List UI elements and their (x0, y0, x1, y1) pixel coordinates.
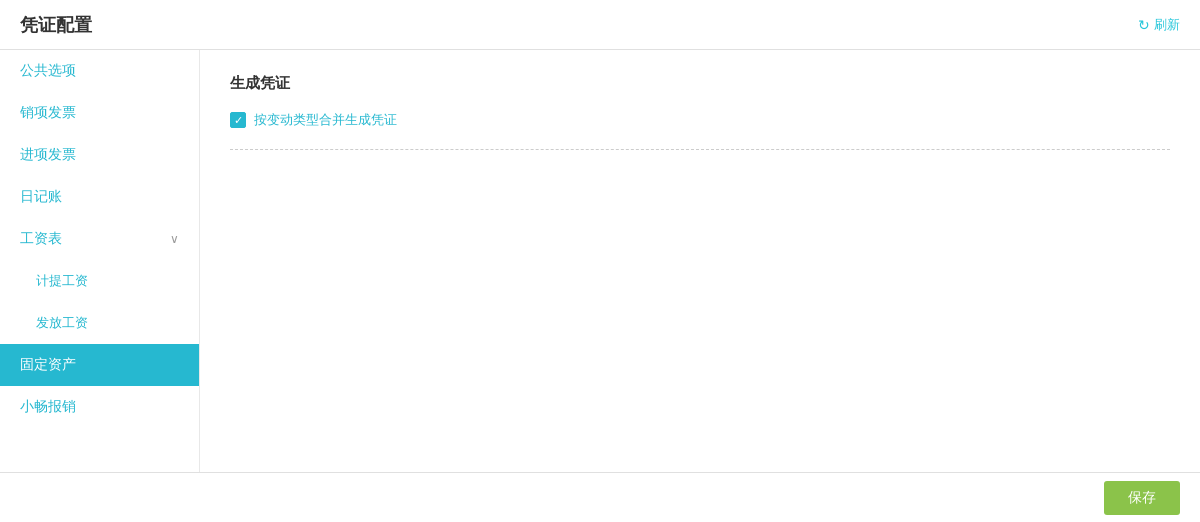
sidebar-item-label: 固定资产 (20, 356, 76, 374)
sidebar-item-journal[interactable]: 日记账 (0, 176, 199, 218)
merge-checkbox-label[interactable]: 按变动类型合并生成凭证 (254, 111, 397, 129)
section-title: 生成凭证 (230, 74, 1170, 93)
section-divider (230, 149, 1170, 150)
sidebar-item-calc-salary[interactable]: 计提工资 (0, 260, 199, 302)
sidebar-item-label: 销项发票 (20, 104, 76, 122)
refresh-icon: ↻ (1138, 17, 1150, 33)
sidebar-item-payroll[interactable]: 工资表 ∨ (0, 218, 199, 260)
refresh-label: 刷新 (1154, 16, 1180, 34)
sidebar-item-label: 计提工资 (36, 272, 88, 290)
chevron-down-icon: ∨ (170, 232, 179, 246)
sidebar-item-expense-report[interactable]: 小畅报销 (0, 386, 199, 428)
checkbox-row: 按变动类型合并生成凭证 (230, 111, 1170, 129)
sidebar-item-fixed-assets[interactable]: 固定资产 (0, 344, 199, 386)
sidebar-item-purchase-invoice[interactable]: 进项发票 (0, 134, 199, 176)
sidebar-item-label: 日记账 (20, 188, 62, 206)
main-layout: 公共选项销项发票进项发票日记账工资表 ∨ 计提工资发放工资固定资产小畅报销 生成凭证… (0, 50, 1200, 472)
sidebar-item-label: 工资表 (20, 230, 62, 248)
sidebar-item-label: 公共选项 (20, 62, 76, 80)
sidebar-item-label: 发放工资 (36, 314, 88, 332)
page-title: 凭证配置 (20, 13, 92, 37)
sidebar: 公共选项销项发票进项发票日记账工资表 ∨ 计提工资发放工资固定资产小畅报销 (0, 50, 200, 472)
header: 凭证配置 ↻ 刷新 (0, 0, 1200, 50)
save-button[interactable]: 保存 (1104, 481, 1180, 515)
sidebar-item-label: 进项发票 (20, 146, 76, 164)
refresh-button[interactable]: ↻ 刷新 (1138, 16, 1180, 34)
sidebar-item-public-options[interactable]: 公共选项 (0, 50, 199, 92)
merge-checkbox[interactable] (230, 112, 246, 128)
content-area: 生成凭证 按变动类型合并生成凭证 (200, 50, 1200, 472)
sidebar-item-label: 小畅报销 (20, 398, 76, 416)
sidebar-item-sales-invoice[interactable]: 销项发票 (0, 92, 199, 134)
sidebar-item-pay-salary[interactable]: 发放工资 (0, 302, 199, 344)
footer: 保存 (0, 472, 1200, 522)
